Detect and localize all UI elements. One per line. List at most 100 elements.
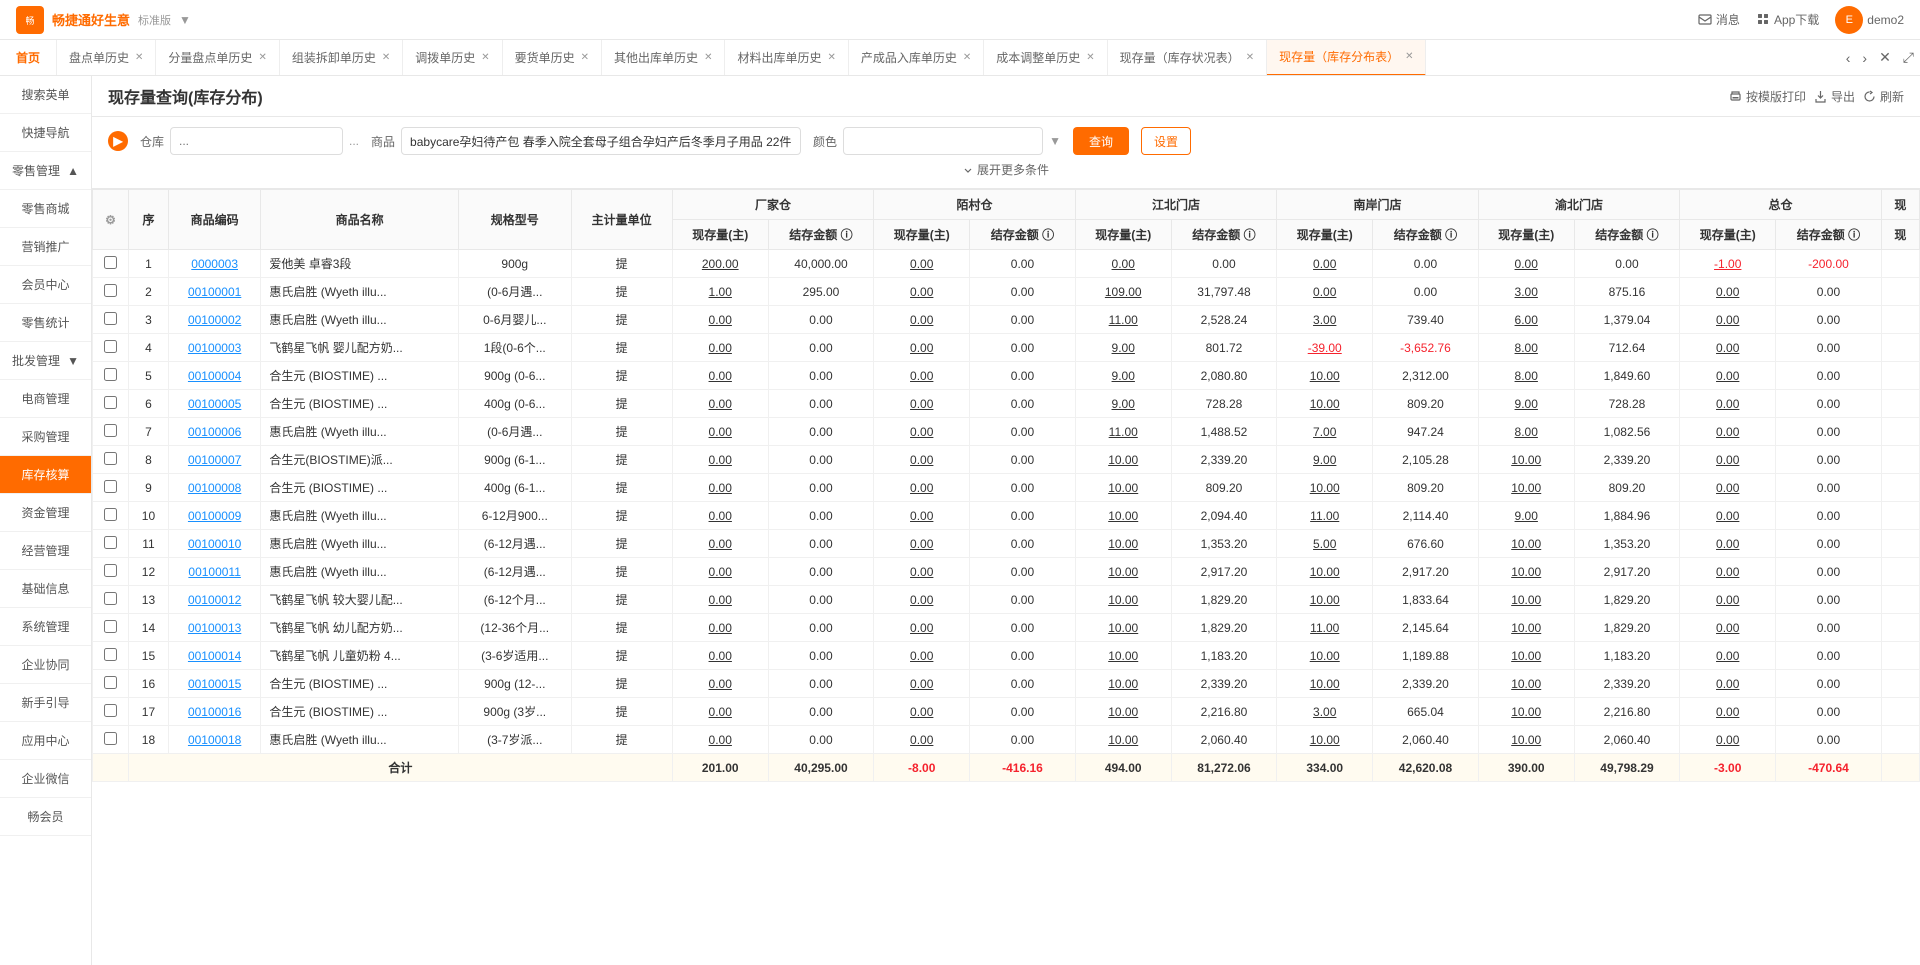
nav-prev[interactable]: ‹: [1840, 46, 1857, 70]
row-checkbox[interactable]: [104, 704, 117, 717]
row-checkbox[interactable]: [104, 592, 117, 605]
close-tab-5[interactable]: ✕: [704, 52, 712, 63]
filter-toggle[interactable]: ▶: [108, 131, 128, 151]
th-gear[interactable]: ⚙: [93, 190, 129, 250]
row-checkbox[interactable]: [104, 368, 117, 381]
row-checkbox[interactable]: [104, 312, 117, 325]
sidebar-item-inventory[interactable]: 库存核算: [0, 456, 91, 493]
close-tab-1[interactable]: ✕: [258, 52, 266, 63]
sidebar-item-member[interactable]: 会员中心: [0, 266, 91, 303]
row-checkbox[interactable]: [104, 340, 117, 353]
sidebar-item-operations[interactable]: 经营管理: [0, 532, 91, 569]
tab-10[interactable]: 现存量（库存分布表） ✕: [1267, 40, 1426, 76]
row-checkbox[interactable]: [104, 508, 117, 521]
row-checkbox[interactable]: [104, 676, 117, 689]
sidebar-item-retail-stats[interactable]: 零售统计: [0, 304, 91, 341]
tab-8[interactable]: 成本调整单历史 ✕: [984, 40, 1107, 76]
tab-0[interactable]: 盘点单历史 ✕: [57, 40, 156, 76]
td-check[interactable]: [93, 502, 129, 530]
refresh-action[interactable]: 刷新: [1863, 88, 1904, 105]
td-check[interactable]: [93, 306, 129, 334]
dropdown-arrow[interactable]: ▼: [179, 13, 191, 27]
sidebar-item-search[interactable]: 搜索英单: [0, 76, 91, 113]
export-action[interactable]: 导出: [1814, 88, 1855, 105]
row-checkbox[interactable]: [104, 256, 117, 269]
warehouse-input[interactable]: [170, 127, 343, 155]
tab-3[interactable]: 调拨单历史 ✕: [403, 40, 502, 76]
close-tab-6[interactable]: ✕: [827, 52, 835, 63]
td-check[interactable]: [93, 586, 129, 614]
sidebar-item-marketing[interactable]: 营销推广: [0, 228, 91, 265]
td-check[interactable]: [93, 614, 129, 642]
sidebar-item-base[interactable]: 基础信息: [0, 570, 91, 607]
sidebar-item-finance[interactable]: 资金管理: [0, 494, 91, 531]
td-check[interactable]: [93, 334, 129, 362]
tab-4[interactable]: 要货单历史 ✕: [503, 40, 602, 76]
nav-expand[interactable]: ⤢: [1897, 45, 1920, 70]
row-checkbox[interactable]: [104, 648, 117, 661]
close-tab-9[interactable]: ✕: [1246, 52, 1254, 63]
sidebar-item-guide[interactable]: 新手引导: [0, 684, 91, 721]
setting-button[interactable]: 设置: [1141, 127, 1191, 155]
msg-link[interactable]: 消息: [1698, 11, 1740, 28]
close-tab-8[interactable]: ✕: [1086, 52, 1094, 63]
td-check[interactable]: [93, 390, 129, 418]
sidebar-item-purchase[interactable]: 采购管理: [0, 418, 91, 455]
row-checkbox[interactable]: [104, 396, 117, 409]
color-input[interactable]: [843, 127, 1043, 155]
app-link[interactable]: App下载: [1756, 11, 1819, 28]
sidebar-item-quicknav[interactable]: 快捷导航: [0, 114, 91, 151]
sidebar-item-ecommerce[interactable]: 电商管理: [0, 380, 91, 417]
tab-9[interactable]: 现存量（库存状况表） ✕: [1108, 40, 1267, 76]
nav-home[interactable]: 首页: [0, 40, 57, 76]
td-check[interactable]: [93, 278, 129, 306]
sidebar-item-appcenter[interactable]: 应用中心: [0, 722, 91, 759]
close-tab-7[interactable]: ✕: [963, 52, 971, 63]
close-tab-10[interactable]: ✕: [1405, 51, 1413, 62]
row-checkbox[interactable]: [104, 732, 117, 745]
td-check[interactable]: [93, 642, 129, 670]
nav-close-all[interactable]: ✕: [1873, 45, 1897, 70]
td-check[interactable]: [93, 250, 129, 278]
row-checkbox[interactable]: [104, 564, 117, 577]
tab-6[interactable]: 材料出库单历史 ✕: [725, 40, 848, 76]
tab-7[interactable]: 产成品入库单历史 ✕: [849, 40, 984, 76]
sidebar-item-wholesale[interactable]: 批发管理 ▼: [0, 342, 91, 379]
row-checkbox[interactable]: [104, 424, 117, 437]
sidebar-item-retail-mall[interactable]: 零售商城: [0, 190, 91, 227]
nav-next[interactable]: ›: [1856, 46, 1873, 70]
row-checkbox[interactable]: [104, 480, 117, 493]
print-action[interactable]: 按模版打印: [1729, 88, 1806, 105]
td-check[interactable]: [93, 670, 129, 698]
sidebar-item-changhui[interactable]: 畅会员: [0, 798, 91, 835]
goods-input[interactable]: [401, 127, 801, 155]
row-checkbox[interactable]: [104, 536, 117, 549]
close-tab-0[interactable]: ✕: [135, 52, 143, 63]
tab-5[interactable]: 其他出库单历史 ✕: [602, 40, 725, 76]
query-button[interactable]: 查询: [1073, 127, 1129, 155]
sidebar-item-system[interactable]: 系统管理: [0, 608, 91, 645]
sidebar-item-retail-mgmt[interactable]: 零售管理 ▲: [0, 152, 91, 189]
color-dropdown[interactable]: ▼: [1049, 134, 1061, 148]
user-menu[interactable]: E demo2: [1835, 6, 1904, 34]
tab-1[interactable]: 分量盘点单历史 ✕: [156, 40, 279, 76]
row-checkbox[interactable]: [104, 452, 117, 465]
td-check[interactable]: [93, 446, 129, 474]
close-tab-3[interactable]: ✕: [481, 52, 489, 63]
sidebar-item-wechat[interactable]: 企业微信: [0, 760, 91, 797]
row-checkbox[interactable]: [104, 284, 117, 297]
td-check[interactable]: [93, 530, 129, 558]
td-check[interactable]: [93, 558, 129, 586]
sidebar-item-enterprise[interactable]: 企业协同: [0, 646, 91, 683]
td-check[interactable]: [93, 474, 129, 502]
td-check[interactable]: [93, 418, 129, 446]
expand-btn[interactable]: 展开更多条件: [963, 161, 1049, 178]
td-check[interactable]: [93, 698, 129, 726]
close-tab-2[interactable]: ✕: [382, 52, 390, 63]
td-check[interactable]: [93, 726, 129, 754]
row-checkbox[interactable]: [104, 620, 117, 633]
close-tab-4[interactable]: ✕: [581, 52, 589, 63]
td-check[interactable]: [93, 362, 129, 390]
settings-gear-icon[interactable]: ⚙: [105, 213, 116, 227]
tab-2[interactable]: 组装拆卸单历史 ✕: [280, 40, 403, 76]
